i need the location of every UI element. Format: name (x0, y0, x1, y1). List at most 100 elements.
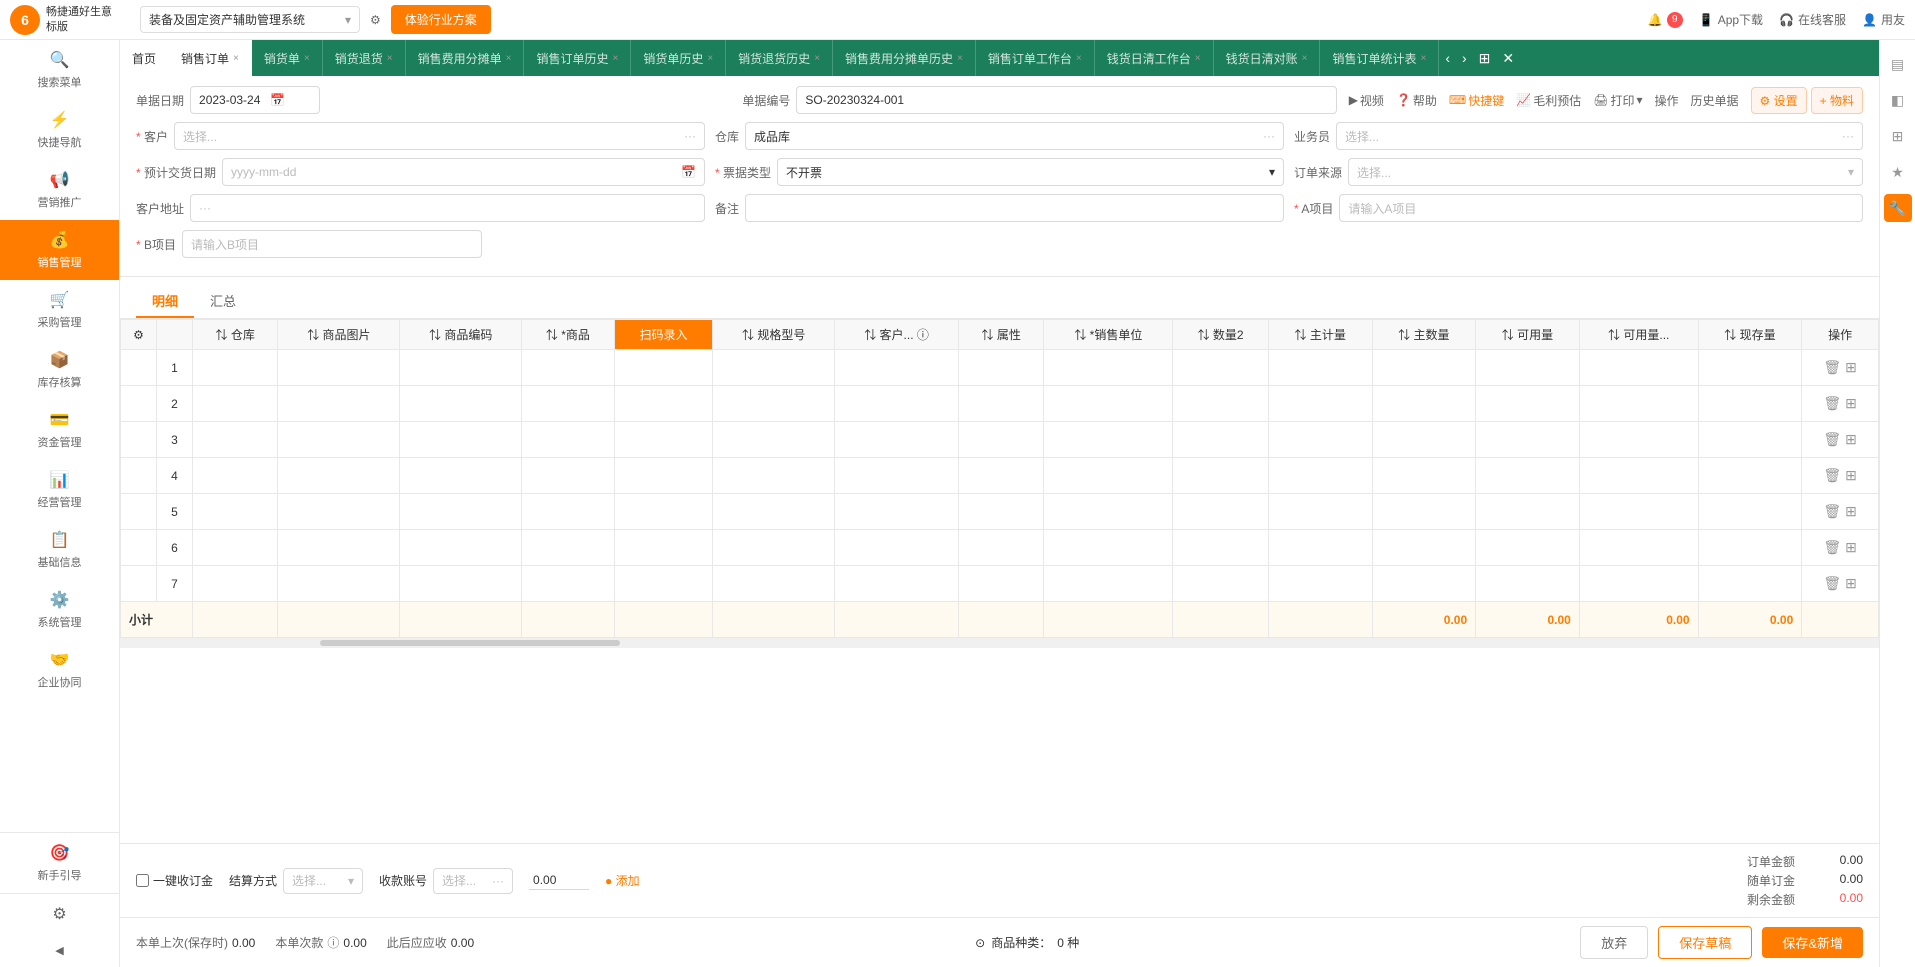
print-btn[interactable]: 🖨 打印 ▾ (1593, 92, 1642, 109)
tab-sales-expense-split[interactable]: 销售费用分摊单 × (406, 40, 525, 76)
delete-row-1[interactable]: 🗑 (1823, 359, 1841, 376)
view-btn[interactable]: ▶ 视频 (1349, 92, 1384, 109)
col-sales-unit[interactable]: ⇅ *销售单位 (1044, 320, 1173, 350)
discard-button[interactable]: 放弃 (1580, 926, 1648, 959)
tab-close-order-history[interactable]: × (612, 53, 618, 64)
profit-btn[interactable]: 📈 毛利预估 (1516, 92, 1581, 109)
col-current-stock[interactable]: ⇅ 现存量 (1698, 320, 1802, 350)
delete-row-2[interactable]: 🗑 (1823, 395, 1841, 412)
tab-close-summary[interactable]: × (1420, 53, 1426, 64)
delivery-date-input[interactable]: yyyy-mm-dd 📅 (222, 158, 705, 186)
project-a-input[interactable]: 请输入A项目 (1339, 194, 1863, 222)
online-service-item[interactable]: 🎧 在线客服 (1779, 11, 1846, 28)
delete-row-5[interactable]: 🗑 (1823, 503, 1841, 520)
settings-icon[interactable]: ⚙ (370, 13, 381, 27)
col-scan[interactable]: 扫码录入 (614, 320, 713, 350)
tab-close-credit-daily[interactable]: × (1195, 53, 1201, 64)
col-attribute[interactable]: ⇅ 属性 (958, 320, 1043, 350)
col-main-unit[interactable]: ⇅ 主计量 (1268, 320, 1372, 350)
copy-row-7[interactable]: ⊞ (1845, 575, 1857, 592)
sidebar-item-finance[interactable]: 💳 资金管理 (0, 400, 119, 460)
tab-close-workbench[interactable]: × (1076, 53, 1082, 64)
sidebar-item-system[interactable]: ⚙️ 系统管理 (0, 580, 119, 640)
sidebar-item-operation[interactable]: 📊 经营管理 (0, 460, 119, 520)
warehouse-input[interactable]: 成品库 ··· (745, 122, 1284, 150)
trial-button[interactable]: 体验行业方案 (391, 5, 491, 34)
address-input[interactable]: ··· (190, 194, 705, 222)
col-qty2[interactable]: ⇅ 数量2 (1173, 320, 1269, 350)
right-tool-1[interactable]: ▤ (1884, 50, 1912, 78)
checkout-checkbox[interactable] (136, 874, 149, 887)
sidebar-item-enterprise[interactable]: 🤝 企业协同 (0, 640, 119, 700)
col-spec[interactable]: ⇅ 规格型号 (713, 320, 835, 350)
order-source-input[interactable]: 选择... ▾ (1348, 158, 1863, 186)
copy-row-2[interactable]: ⊞ (1845, 395, 1857, 412)
tab-close-sales-order[interactable]: × (233, 53, 239, 64)
col-settings[interactable]: ⚙ (121, 320, 157, 350)
delete-row-7[interactable]: 🗑 (1823, 575, 1841, 592)
sidebar-item-quicknav[interactable]: ⚡ 快捷导航 (0, 100, 119, 160)
operation-btn[interactable]: 操作 (1655, 92, 1679, 109)
add-material-button[interactable]: + 物料 (1811, 87, 1863, 114)
delete-row-4[interactable]: 🗑 (1823, 467, 1841, 484)
sidebar-item-sales[interactable]: 💰 销售管理 (0, 220, 119, 280)
order-num-input[interactable]: SO-20230324-001 (796, 86, 1336, 114)
tab-home[interactable]: 首页 (120, 40, 169, 76)
col-customer-info[interactable]: ⇅ 客户... ⓘ (835, 320, 959, 350)
system-selector[interactable]: 装备及固定资产辅助管理系统 ▾ (140, 6, 360, 33)
tab-credit-daily-reconcile[interactable]: 钱货日清对账 × (1214, 40, 1321, 76)
col-main-qty[interactable]: ⇅ 主数量 (1372, 320, 1476, 350)
tab-close-invoice-history[interactable]: × (707, 53, 713, 64)
sidebar-bottom-settings[interactable]: ⚙ (0, 893, 119, 934)
sidebar-item-purchase[interactable]: 🛒 采购管理 (0, 280, 119, 340)
right-tool-5[interactable]: 🔧 (1884, 194, 1912, 222)
tab-sales-expense-history[interactable]: 销售费用分摊单历史 × (833, 40, 976, 76)
delete-row-3[interactable]: 🗑 (1823, 431, 1841, 448)
tab-close-expense-history[interactable]: × (957, 53, 963, 64)
scroll-bar[interactable] (120, 638, 1879, 648)
col-product-code[interactable]: ⇅ 商品编码 (400, 320, 522, 350)
settings-button[interactable]: ⚙ 设置 (1751, 87, 1807, 114)
save-draft-button[interactable]: 保存草稿 (1658, 926, 1752, 959)
copy-row-4[interactable]: ⊞ (1845, 467, 1857, 484)
tab-sales-invoice[interactable]: 销货单 × (252, 40, 323, 76)
salesperson-input[interactable]: 选择... ··· (1336, 122, 1863, 150)
scroll-thumb[interactable] (320, 640, 620, 646)
copy-row-3[interactable]: ⊞ (1845, 431, 1857, 448)
col-product[interactable]: ⇅ *商品 (522, 320, 615, 350)
note-input[interactable] (745, 194, 1284, 222)
tab-sales-workbench[interactable]: 销售订单工作台 × (976, 40, 1095, 76)
tab-prev-btn[interactable]: ‹ (1439, 50, 1456, 66)
sidebar-item-marketing[interactable]: 📢 营销推广 (0, 160, 119, 220)
user-item[interactable]: 👤 用友 (1862, 11, 1905, 28)
col-product-image[interactable]: ⇅ 商品图片 (278, 320, 400, 350)
save-new-button[interactable]: 保存&新增 (1762, 927, 1863, 958)
right-tool-3[interactable]: ⊞ (1884, 122, 1912, 150)
shortcut-btn[interactable]: ⌨ 快捷键 (1449, 92, 1504, 109)
col-available2[interactable]: ⇅ 可用量... (1579, 320, 1698, 350)
tab-detail[interactable]: 明细 (136, 285, 194, 318)
copy-row-1[interactable]: ⊞ (1845, 359, 1857, 376)
account-select[interactable]: 选择... ··· (433, 868, 513, 894)
col-available[interactable]: ⇅ 可用量 (1476, 320, 1580, 350)
tab-close-reconcile[interactable]: × (1302, 53, 1308, 64)
tab-sales-order-history[interactable]: 销售订单历史 × (524, 40, 631, 76)
tab-summary[interactable]: 汇总 (194, 285, 252, 318)
col-warehouse[interactable]: ⇅ 仓库 (193, 320, 278, 350)
right-tool-2[interactable]: ◧ (1884, 86, 1912, 114)
help-btn[interactable]: ❓ 帮助 (1396, 92, 1437, 109)
copy-row-5[interactable]: ⊞ (1845, 503, 1857, 520)
tab-close-all-btn[interactable]: ✕ (1496, 50, 1520, 67)
tab-close-expense-split[interactable]: × (506, 53, 512, 64)
sidebar-collapse[interactable]: ◀ (0, 934, 119, 967)
sidebar-item-inventory[interactable]: 📦 库存核算 (0, 340, 119, 400)
customer-input[interactable]: 选择... ··· (174, 122, 705, 150)
tab-sales-return[interactable]: 销货退货 × (323, 40, 406, 76)
sidebar-item-guide[interactable]: 🎯 新手引导 (0, 832, 119, 893)
payment-method-select[interactable]: 选择... ▾ (283, 868, 363, 894)
date-input[interactable]: 2023-03-24 📅 (190, 86, 320, 114)
tab-credit-daily-workbench[interactable]: 钱货日清工作台 × (1095, 40, 1214, 76)
tab-sales-return-history[interactable]: 销货退货历史 × (726, 40, 833, 76)
one-click-checkout[interactable]: 一键收订金 (136, 872, 213, 889)
invoice-type-select[interactable]: 不开票 ▾ (777, 158, 1284, 186)
